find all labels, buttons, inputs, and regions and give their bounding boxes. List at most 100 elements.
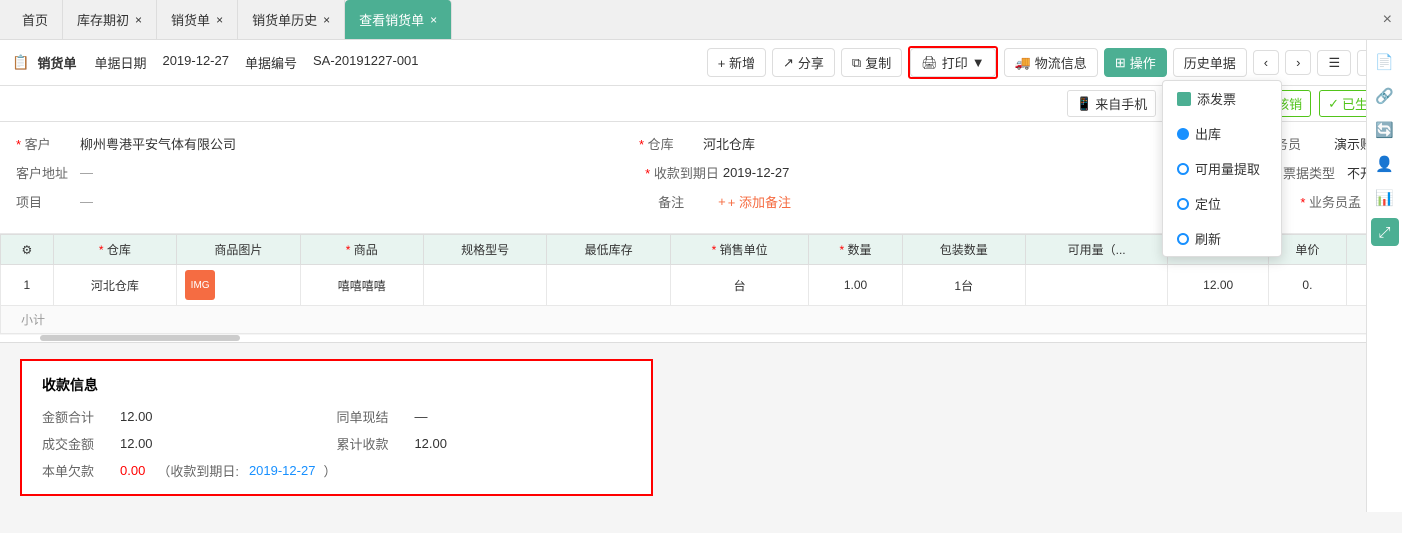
- payment-info-box: 收款信息 金额合计 12.00 同单现结 — 成交金额 12.00 累计收款 1…: [20, 359, 653, 496]
- unit-price-cell: 0.: [1269, 265, 1347, 306]
- window-close-button[interactable]: ×: [1383, 11, 1392, 29]
- add-invoice-icon: [1177, 92, 1191, 106]
- customer-field: 客户 柳州粤港平安气体有限公司: [16, 134, 639, 153]
- available-qty-item[interactable]: 可用量提取: [1163, 151, 1281, 186]
- outbound-item[interactable]: 出库: [1163, 116, 1281, 151]
- owe-value: 0.00: [120, 463, 145, 478]
- logistics-button[interactable]: 🚚 物流信息: [1004, 48, 1098, 77]
- history-button[interactable]: 历史单据: [1173, 48, 1247, 77]
- seq-cell: 1: [1, 265, 54, 306]
- grid-icon: ⊞: [1115, 55, 1126, 71]
- ticket-type-label: 票据类型: [1274, 163, 1335, 182]
- th-pkg-qty: 包装数量: [902, 235, 1025, 265]
- th-available: 可用量（...: [1025, 235, 1167, 265]
- right-btn-5[interactable]: 📊: [1371, 184, 1399, 212]
- subtotal-row: 小计: [1, 306, 1402, 334]
- close-sales-icon[interactable]: ×: [216, 13, 223, 27]
- owe-label: 本单欠款: [42, 461, 112, 480]
- share-button[interactable]: ↗ 分享: [772, 48, 835, 77]
- transaction-label: 成交金额: [42, 434, 112, 453]
- position-item[interactable]: 定位: [1163, 186, 1281, 221]
- scroll-area: [0, 335, 1402, 343]
- customer-label: 客户: [16, 134, 76, 153]
- right-btn-expand[interactable]: ⤢: [1371, 218, 1399, 246]
- close-view-sales-icon[interactable]: ×: [430, 13, 437, 27]
- right-btn-1[interactable]: 📄: [1371, 48, 1399, 76]
- project-value: —: [80, 194, 93, 209]
- payment-grid: 金额合计 12.00 同单现结 — 成交金额 12.00 累计收款 12.00 …: [42, 407, 631, 480]
- number-label: 单据编号: [245, 53, 297, 72]
- business-label: 业务员孟: [1300, 192, 1361, 211]
- address-field: 客户地址 —: [16, 163, 645, 182]
- note-label: 备注: [658, 192, 718, 211]
- mobile-icon: 📱: [1076, 96, 1092, 112]
- new-button[interactable]: + 新增: [707, 48, 766, 77]
- payment-date-value: 2019-12-27: [723, 165, 790, 180]
- owe-row: 本单欠款 0.00 （收款到期日: 2019-12-27 ）: [42, 461, 336, 480]
- right-btn-4[interactable]: 👤: [1371, 150, 1399, 178]
- position-icon: [1177, 198, 1189, 210]
- pkg-qty-cell: 1台: [902, 265, 1025, 306]
- mobile-btn[interactable]: 📱 来自手机: [1067, 90, 1156, 117]
- th-settings[interactable]: ⚙: [1, 235, 54, 265]
- available-cell: [1025, 265, 1167, 306]
- th-product: 商品: [300, 235, 423, 265]
- total-label: 金额合计: [42, 407, 112, 426]
- date-label: 单据日期: [94, 53, 146, 72]
- tab-sales-history[interactable]: 销货单历史 ×: [238, 0, 345, 39]
- table-row: 1 河北仓库 IMG 嘻嘻嘻嘻 台 1.00 1台 12.00 0.: [1, 265, 1402, 306]
- product-cell: 嘻嘻嘻嘻: [300, 265, 423, 306]
- share-icon: ↗: [783, 55, 794, 71]
- owe-note: （收款到期日:: [157, 461, 239, 480]
- project-label: 项目: [16, 192, 76, 211]
- owe-note-close: ）: [323, 461, 336, 480]
- subtotal-cell: 小计: [1, 306, 1402, 334]
- payment-date-label: 收款到期日: [645, 163, 719, 182]
- product-img: IMG: [185, 270, 215, 300]
- print-icon: 🖨: [921, 55, 938, 71]
- bottom-area: 收款信息 金额合计 12.00 同单现结 — 成交金额 12.00 累计收款 1…: [0, 343, 1402, 512]
- copy-button[interactable]: ⧉ 复制: [841, 48, 902, 77]
- right-btn-2[interactable]: 🔗: [1371, 82, 1399, 110]
- warehouse-label: 仓库: [639, 134, 699, 153]
- operation-button[interactable]: ⊞ 操作: [1104, 48, 1167, 77]
- print-highlight-box: 🖨 打印 ▼: [908, 46, 997, 79]
- copy-icon: ⧉: [852, 55, 861, 71]
- unit-cell: 台: [670, 265, 809, 306]
- next-button[interactable]: ›: [1285, 50, 1311, 75]
- th-qty: 数量: [809, 235, 902, 265]
- tab-sales[interactable]: 销货单 ×: [157, 0, 238, 39]
- doc-meta: 单据日期 2019-12-27 单据编号 SA-20191227-001: [94, 53, 418, 72]
- add-invoice-item[interactable]: 添发票: [1163, 81, 1281, 116]
- doc-info: 📋 销货单 单据日期 2019-12-27 单据编号 SA-20191227-0…: [12, 53, 697, 72]
- warehouse-value: 河北仓库: [703, 134, 755, 153]
- same-order-row: 同单现结 —: [336, 407, 630, 426]
- transaction-value: 12.00: [120, 436, 153, 451]
- tab-home[interactable]: 首页: [8, 0, 63, 39]
- right-toolbar: 📄 🔗 🔄 👤 📊 ⤢: [1366, 40, 1402, 512]
- transaction-row: 成交金额 12.00: [42, 434, 336, 453]
- refresh-icon: [1177, 233, 1189, 245]
- close-inventory-icon[interactable]: ×: [135, 13, 142, 27]
- customer-value: 柳州粤港平安气体有限公司: [80, 134, 236, 153]
- th-unit: 销售单位: [670, 235, 809, 265]
- tab-inventory[interactable]: 库存期初 ×: [63, 0, 157, 39]
- close-history-icon[interactable]: ×: [323, 13, 330, 27]
- address-label: 客户地址: [16, 163, 76, 182]
- scroll-thumb[interactable]: [40, 335, 240, 341]
- prev-button[interactable]: ‹: [1253, 50, 1279, 75]
- total-row: 金额合计 12.00: [42, 407, 336, 426]
- cumulative-label: 累计收款: [336, 434, 406, 453]
- number-value: SA-20191227-001: [313, 53, 419, 72]
- print-button[interactable]: 🖨 打印 ▼: [910, 48, 995, 77]
- refresh-item[interactable]: 刷新: [1163, 221, 1281, 256]
- operation-dropdown: 添发票 出库 可用量提取 定位 刷新: [1162, 80, 1282, 257]
- list-view-button[interactable]: ☰: [1317, 50, 1351, 76]
- add-note-button[interactable]: + + 添加备注: [718, 192, 791, 211]
- available-qty-icon: [1177, 163, 1189, 175]
- current-stock-cell: 12.00: [1168, 265, 1269, 306]
- same-order-value: —: [414, 409, 427, 424]
- right-btn-3[interactable]: 🔄: [1371, 116, 1399, 144]
- doc-title: 销货单: [37, 53, 76, 72]
- tab-view-sales[interactable]: 查看销货单 ×: [345, 0, 452, 39]
